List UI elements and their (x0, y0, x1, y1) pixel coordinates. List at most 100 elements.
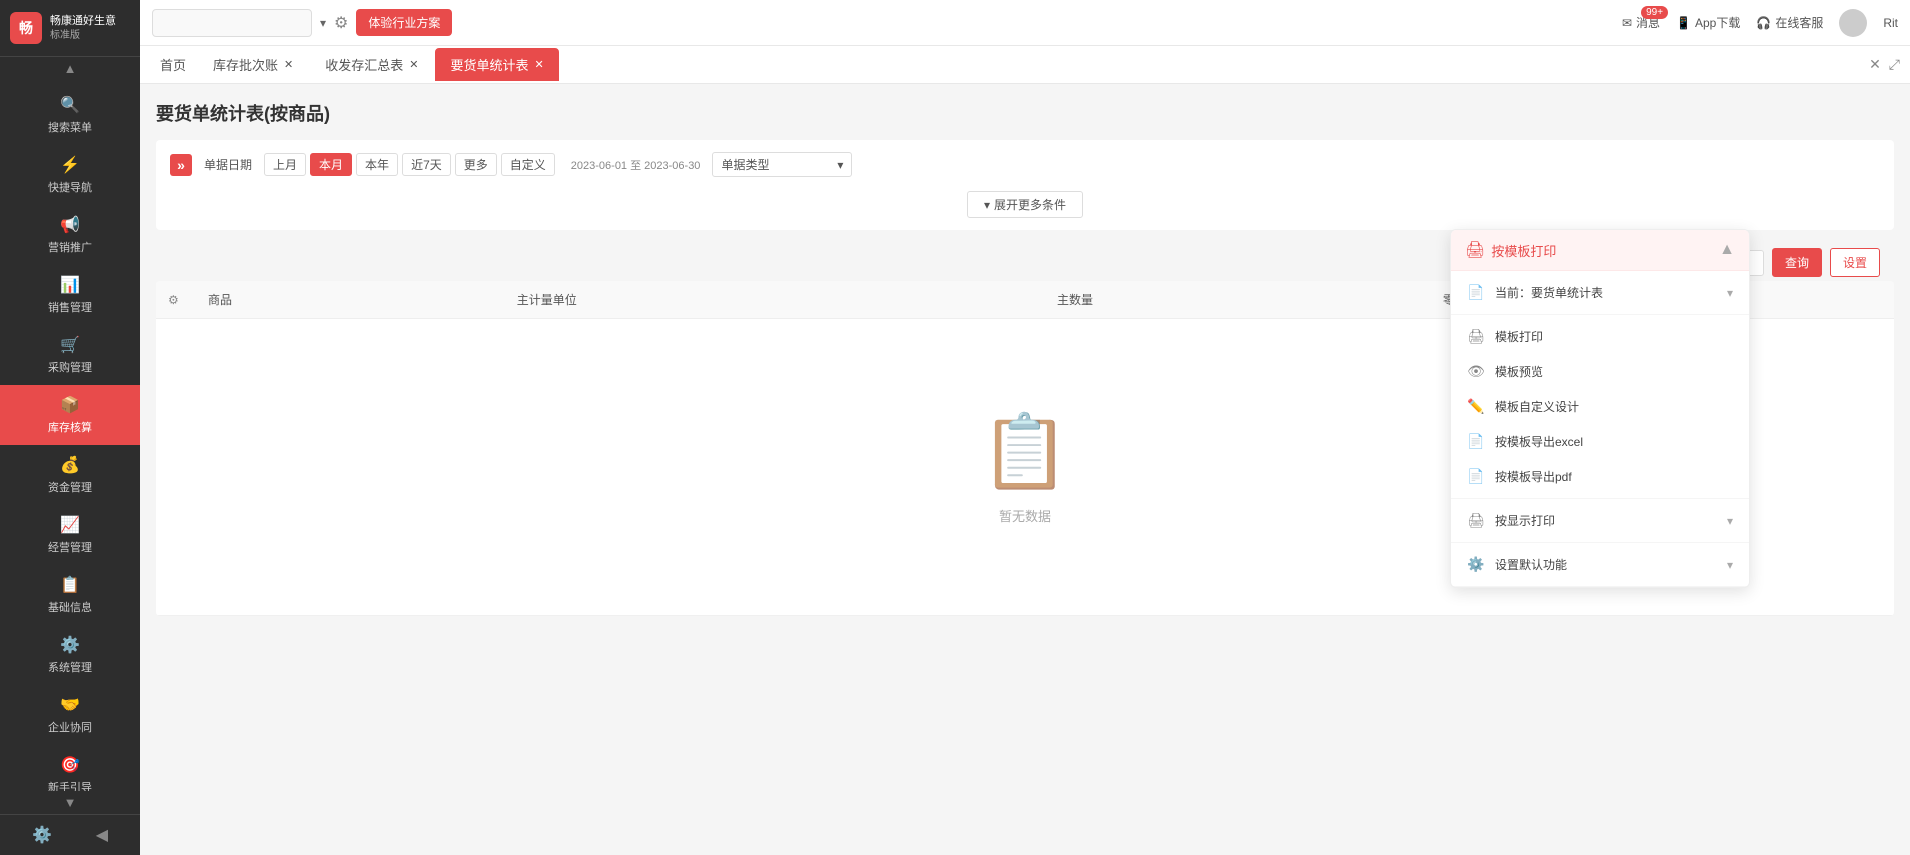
dropdown-item-template-design[interactable]: ✏️ 模板自定义设计 (1451, 389, 1749, 424)
maximize-window-btn[interactable]: ⤢ (1889, 56, 1900, 73)
sidebar-item-operations[interactable]: 📈 经营管理 (0, 505, 140, 565)
tab-home[interactable]: 首页 (150, 49, 196, 80)
date-btn-this-year[interactable]: 本年 (356, 153, 398, 176)
service-icon: 🎧 (1756, 16, 1771, 30)
dropdown-header: 🖨 按模板打印 ▲ (1451, 230, 1749, 271)
app-logo-icon: 畅 (10, 12, 42, 44)
tab-close-icon[interactable]: ✕ (409, 58, 418, 71)
dropdown-print-icon: 🖨 (1465, 240, 1485, 260)
avatar[interactable] (1839, 9, 1867, 37)
template-print-icon: 🖨 (1467, 328, 1485, 345)
sidebar: 畅 畅康通好生意 标准版 ▲ 🔍 搜索菜单 ⚡ 快捷导航 📢 营销推广 📊 销售… (0, 0, 140, 855)
sidebar-item-purchase[interactable]: 🛒 采购管理 (0, 325, 140, 385)
tab-inventory-batch[interactable]: 库存批次账 ✕ (198, 48, 308, 81)
tab-order-stats[interactable]: 要货单统计表 ✕ (435, 48, 558, 81)
finance-icon: 💰 (60, 455, 80, 475)
search-input[interactable] (152, 9, 312, 37)
dropdown-settings-section: ⚙️ 设置默认功能 ▾ (1451, 543, 1749, 587)
dropdown-item-export-pdf[interactable]: 📄 按模板导出pdf (1451, 459, 1749, 494)
sidebar-item-basic[interactable]: 📋 基础信息 (0, 565, 140, 625)
type-filter-select[interactable]: 单据类型 ▾ (712, 152, 852, 177)
marketing-icon: 📢 (60, 215, 80, 235)
enterprise-icon: 🤝 (60, 695, 80, 715)
date-btn-custom[interactable]: 自定义 (501, 153, 555, 176)
sidebar-item-quick-nav[interactable]: ⚡ 快捷导航 (0, 145, 140, 205)
date-btn-last-month[interactable]: 上月 (264, 153, 306, 176)
message-icon: ✉ (1622, 16, 1632, 30)
scroll-up-btn[interactable]: ▲ (0, 57, 140, 80)
topbar-dropdown[interactable]: ▾ (320, 16, 326, 30)
display-print-icon: 🖨 (1467, 512, 1485, 529)
gear-icon[interactable]: ⚙ (334, 13, 348, 33)
table-col-quantity: 主数量 (1045, 281, 1431, 319)
sidebar-nav: 🔍 搜索菜单 ⚡ 快捷导航 📢 营销推广 📊 销售管理 🛒 采购管理 📦 库存核… (0, 80, 140, 791)
sidebar-footer: ⚙️ ◀ (0, 814, 140, 855)
display-print-expand-icon: ▾ (1727, 514, 1733, 528)
online-service-btn[interactable]: 🎧 在线客服 (1756, 14, 1823, 31)
sidebar-item-system[interactable]: ⚙️ 系统管理 (0, 625, 140, 685)
sidebar-item-finance[interactable]: 💰 资金管理 (0, 445, 140, 505)
message-btn[interactable]: ✉ 消息 99+ (1622, 14, 1660, 31)
tab-close-icon[interactable]: ✕ (535, 58, 544, 71)
dropdown-current-section: 📄 当前：要货单统计表 ▾ (1451, 271, 1749, 315)
username-label: Rit (1883, 16, 1898, 30)
sidebar-item-search[interactable]: 🔍 搜索菜单 (0, 85, 140, 145)
scroll-down-btn[interactable]: ▼ (0, 791, 140, 814)
topbar-right: ✉ 消息 99+ 📱 App下载 🎧 在线客服 Rit (1622, 9, 1898, 37)
basic-icon: 📋 (60, 575, 80, 595)
dropdown-title: 🖨 按模板打印 (1465, 240, 1556, 260)
filter-expand-btn[interactable]: » (170, 154, 192, 176)
message-badge: 99+ (1641, 6, 1668, 19)
page-title: 要货单统计表(按商品) (156, 100, 1894, 126)
guide-icon: 🎯 (60, 755, 80, 775)
sidebar-logo: 畅 畅康通好生意 标准版 (0, 0, 140, 57)
expand-more-btn[interactable]: ▾ 展开更多条件 (967, 191, 1083, 218)
query-btn[interactable]: 查询 (1772, 248, 1822, 277)
search-icon: 🔍 (60, 95, 80, 115)
inventory-icon: 📦 (60, 395, 80, 415)
dropdown-item-display-print[interactable]: 🖨 按显示打印 ▾ (1451, 503, 1749, 538)
set-default-expand-icon: ▾ (1727, 558, 1733, 572)
dropdown-item-set-default[interactable]: ⚙️ 设置默认功能 ▾ (1451, 547, 1749, 582)
sidebar-item-marketing[interactable]: 📢 营销推广 (0, 205, 140, 265)
date-filter-label: 单据日期 (204, 156, 252, 173)
sidebar-item-guide[interactable]: 🎯 新手引导 (0, 745, 140, 791)
export-pdf-icon: 📄 (1467, 468, 1485, 485)
system-icon: ⚙️ (60, 635, 80, 655)
select-arrow-icon: ▾ (837, 158, 843, 172)
date-btn-7days[interactable]: 近7天 (402, 153, 451, 176)
sidebar-item-sales[interactable]: 📊 销售管理 (0, 265, 140, 325)
tab-close-icon[interactable]: ✕ (284, 58, 293, 71)
dropdown-display-section: 🖨 按显示打印 ▾ (1451, 499, 1749, 543)
current-item-icon: 📄 (1467, 284, 1485, 301)
sidebar-item-inventory[interactable]: 📦 库存核算 (0, 385, 140, 445)
settings-btn[interactable]: 设置 (1830, 248, 1880, 277)
close-window-btn[interactable]: ✕ (1869, 56, 1881, 73)
template-preview-icon: 👁 (1467, 363, 1485, 380)
dropdown-item-template-print[interactable]: 🖨 模板打印 (1451, 319, 1749, 354)
template-design-icon: ✏️ (1467, 398, 1485, 415)
print-dropdown-menu: 🖨 按模板打印 ▲ 📄 当前：要货单统计表 ▾ 🖨 模板打印 👁 (1450, 229, 1750, 588)
date-btn-this-month[interactable]: 本月 (310, 153, 352, 176)
dropdown-print-section: 🖨 模板打印 👁 模板预览 ✏️ 模板自定义设计 📄 按模板导出excel 📄 (1451, 315, 1749, 499)
sidebar-item-enterprise[interactable]: 🤝 企业协同 (0, 685, 140, 745)
dropdown-item-template-preview[interactable]: 👁 模板预览 (1451, 354, 1749, 389)
set-default-icon: ⚙️ (1467, 556, 1485, 573)
dropdown-close-btn[interactable]: ▲ (1719, 241, 1735, 259)
expand-icon: ▾ (984, 198, 990, 212)
tab-receipt-summary[interactable]: 收发存汇总表 ✕ (310, 48, 433, 81)
operations-icon: 📈 (60, 515, 80, 535)
dropdown-current-item[interactable]: 📄 当前：要货单统计表 ▾ (1451, 275, 1749, 310)
settings-footer-icon[interactable]: ⚙️ (32, 825, 52, 845)
app-download-btn[interactable]: 📱 App下载 (1676, 14, 1740, 31)
window-controls: ✕ ⤢ (1869, 56, 1900, 73)
date-btn-more[interactable]: 更多 (455, 153, 497, 176)
collapse-icon[interactable]: ◀ (96, 825, 108, 845)
main-content: ▾ ⚙ 体验行业方案 ✉ 消息 99+ 📱 App下载 🎧 在线客服 Rit 首… (140, 0, 1910, 855)
table-col-unit: 主计量单位 (505, 281, 1045, 319)
col-settings-icon[interactable]: ⚙ (168, 293, 179, 307)
date-buttons: 上月 本月 本年 近7天 更多 自定义 (264, 153, 555, 176)
industry-solution-button[interactable]: 体验行业方案 (356, 9, 452, 36)
dropdown-item-export-excel[interactable]: 📄 按模板导出excel (1451, 424, 1749, 459)
purchase-icon: 🛒 (60, 335, 80, 355)
